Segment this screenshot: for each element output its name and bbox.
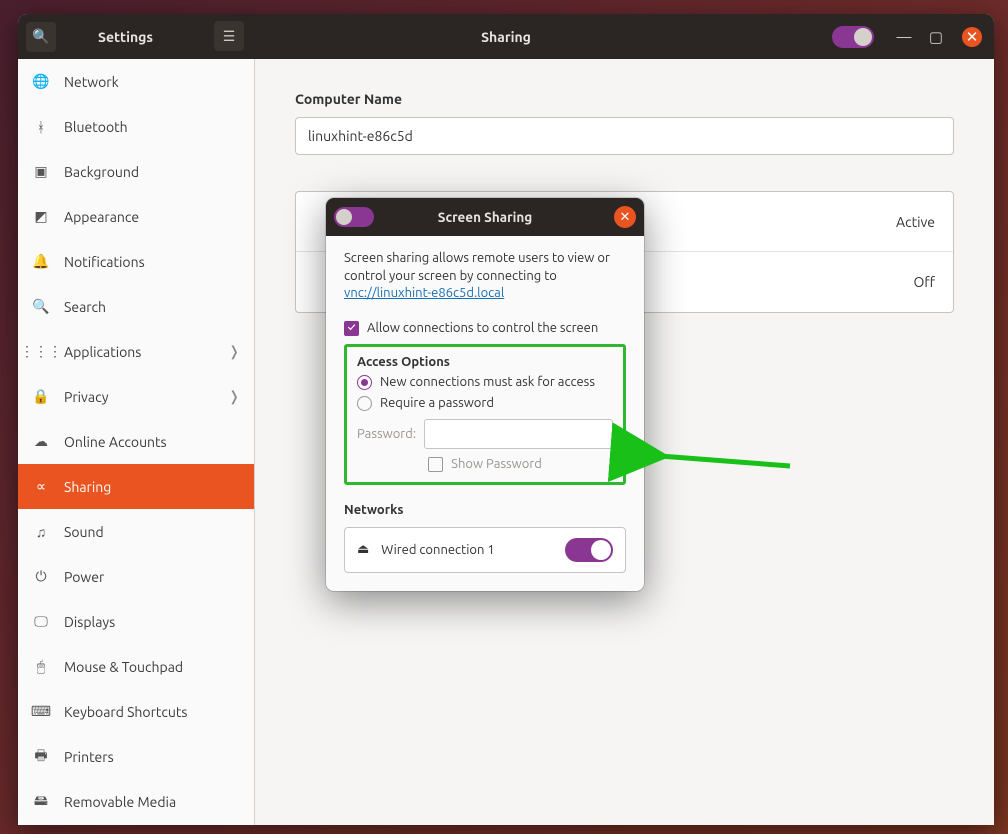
dialog-description: Screen sharing allows remote users to vi… bbox=[344, 250, 626, 303]
sidebar-item-label: Bluetooth bbox=[64, 119, 128, 135]
mouse-touchpad-icon: 🖱 bbox=[32, 658, 50, 675]
computer-name-field[interactable]: linuxhint-e86c5d bbox=[295, 117, 954, 155]
keyboard-shortcuts-icon: ⌨ bbox=[32, 703, 50, 720]
sidebar-item-label: Online Accounts bbox=[64, 434, 167, 450]
sidebar-item-label: Privacy bbox=[64, 389, 108, 405]
chevron-right-icon: ❭ bbox=[228, 343, 240, 360]
sidebar-item-network[interactable]: 🌐 Network bbox=[18, 59, 254, 104]
password-input[interactable] bbox=[424, 419, 613, 449]
maximize-button[interactable]: ▢ bbox=[926, 27, 946, 47]
dialog-title: Screen Sharing bbox=[438, 209, 532, 225]
network-name: Wired connection 1 bbox=[381, 543, 494, 557]
applications-icon: ⋮⋮⋮ bbox=[32, 343, 50, 360]
sidebar-item-label: Printers bbox=[64, 749, 114, 765]
sharing-icon: ∝ bbox=[32, 478, 50, 495]
access-options-title: Access Options bbox=[357, 355, 613, 369]
row-value: Off bbox=[913, 274, 935, 290]
sidebar-item-displays[interactable]: 🖵 Displays bbox=[18, 599, 254, 644]
minimize-button[interactable]: — bbox=[894, 27, 914, 47]
sidebar: 🌐 Network ᚼ Bluetooth ▣ Background ◩ Appearance… bbox=[18, 59, 255, 825]
sidebar-item-label: Background bbox=[64, 164, 139, 180]
displays-icon: 🖵 bbox=[32, 613, 50, 630]
network-row: ⏏ Wired connection 1 bbox=[344, 527, 626, 573]
search-icon: 🔍 bbox=[32, 298, 50, 315]
search-button[interactable]: 🔍 bbox=[26, 22, 56, 52]
dialog-titlebar: Screen Sharing ✕ bbox=[326, 198, 644, 236]
sidebar-item-notifications[interactable]: 🔔 Notifications bbox=[18, 239, 254, 284]
page-title: Sharing bbox=[481, 29, 531, 45]
sidebar-item-label: Sound bbox=[64, 524, 104, 540]
sidebar-item-label: Notifications bbox=[64, 254, 145, 270]
sidebar-item-label: Search bbox=[64, 299, 106, 315]
sidebar-item-label: Displays bbox=[64, 614, 115, 630]
online-accounts-icon: ☁ bbox=[32, 433, 50, 450]
sound-icon: ♫ bbox=[32, 524, 50, 540]
radio-ask-access[interactable] bbox=[357, 375, 372, 390]
allow-control-row[interactable]: ✓ Allow connections to control the scree… bbox=[344, 321, 626, 336]
networks-title: Networks bbox=[344, 503, 626, 517]
sidebar-item-keyboard-shortcuts[interactable]: ⌨ Keyboard Shortcuts bbox=[18, 689, 254, 734]
appearance-icon: ◩ bbox=[32, 208, 50, 225]
sidebar-item-sound[interactable]: ♫ Sound bbox=[18, 509, 254, 554]
hamburger-button[interactable]: ☰ bbox=[214, 21, 244, 51]
computer-name-label: Computer Name bbox=[295, 91, 954, 107]
sidebar-item-label: Sharing bbox=[64, 479, 111, 495]
sidebar-item-label: Mouse & Touchpad bbox=[64, 659, 183, 675]
sidebar-item-label: Power bbox=[64, 569, 104, 585]
privacy-icon: 🔒 bbox=[32, 388, 50, 405]
sidebar-item-online-accounts[interactable]: ☁ Online Accounts bbox=[18, 419, 254, 464]
sharing-master-toggle[interactable] bbox=[832, 26, 874, 48]
sidebar-item-background[interactable]: ▣ Background bbox=[18, 149, 254, 194]
background-icon: ▣ bbox=[32, 163, 50, 180]
wired-icon: ⏏ bbox=[357, 542, 369, 557]
network-toggle[interactable] bbox=[565, 538, 613, 562]
allow-control-label: Allow connections to control the screen bbox=[367, 321, 598, 335]
row-value: Active bbox=[896, 214, 935, 230]
sidebar-item-appearance[interactable]: ◩ Appearance bbox=[18, 194, 254, 239]
menu-icon: ☰ bbox=[223, 28, 236, 45]
sidebar-item-applications[interactable]: ⋮⋮⋮ Applications ❭ bbox=[18, 329, 254, 374]
sidebar-item-label: Appearance bbox=[64, 209, 139, 225]
radio-password-row[interactable]: Require a password bbox=[357, 396, 613, 411]
power-icon: ⏻ bbox=[32, 568, 50, 585]
screen-sharing-toggle[interactable] bbox=[334, 207, 374, 227]
screen-sharing-dialog: Screen Sharing ✕ Screen sharing allows r… bbox=[326, 198, 644, 591]
sidebar-item-privacy[interactable]: 🔒 Privacy ❭ bbox=[18, 374, 254, 419]
sidebar-item-mouse-touchpad[interactable]: 🖱 Mouse & Touchpad bbox=[18, 644, 254, 689]
dialog-close-button[interactable]: ✕ bbox=[614, 206, 636, 228]
network-icon: 🌐 bbox=[32, 73, 50, 90]
show-password-checkbox[interactable] bbox=[428, 457, 443, 472]
sidebar-item-search[interactable]: 🔍 Search bbox=[18, 284, 254, 329]
radio-require-password[interactable] bbox=[357, 396, 372, 411]
sidebar-item-label: Applications bbox=[64, 344, 141, 360]
bluetooth-icon: ᚼ bbox=[32, 119, 50, 135]
close-icon: ✕ bbox=[620, 210, 631, 225]
chevron-right-icon: ❭ bbox=[228, 388, 240, 405]
search-icon: 🔍 bbox=[32, 28, 49, 45]
notifications-icon: 🔔 bbox=[32, 253, 50, 270]
radio-ask-row[interactable]: New connections must ask for access bbox=[357, 375, 613, 390]
sidebar-item-bluetooth[interactable]: ᚼ Bluetooth bbox=[18, 104, 254, 149]
computer-name-value: linuxhint-e86c5d bbox=[308, 128, 413, 144]
sidebar-item-removable-media[interactable]: 🖴 Removable Media bbox=[18, 779, 254, 824]
app-title: Settings bbox=[98, 29, 153, 45]
radio-password-label: Require a password bbox=[380, 396, 494, 410]
sidebar-item-label: Network bbox=[64, 74, 119, 90]
radio-ask-label: New connections must ask for access bbox=[380, 375, 595, 389]
removable-media-icon: 🖴 bbox=[32, 790, 50, 814]
allow-control-checkbox[interactable]: ✓ bbox=[344, 321, 359, 336]
titlebar: 🔍 Settings ☰ Sharing — ▢ ✕ bbox=[18, 14, 994, 59]
sidebar-item-label: Keyboard Shortcuts bbox=[64, 704, 187, 720]
sidebar-item-power[interactable]: ⏻ Power bbox=[18, 554, 254, 599]
password-label: Password: bbox=[357, 427, 416, 441]
close-button[interactable]: ✕ bbox=[962, 27, 982, 47]
sidebar-item-printers[interactable]: 🖶 Printers bbox=[18, 734, 254, 779]
sidebar-item-label: Removable Media bbox=[64, 794, 176, 810]
access-options-section: Access Options New connections must ask … bbox=[344, 344, 626, 485]
show-password-label: Show Password bbox=[451, 457, 542, 471]
printers-icon: 🖶 bbox=[32, 745, 50, 769]
vnc-link[interactable]: vnc://linuxhint-e86c5d.local bbox=[344, 286, 504, 300]
sidebar-item-sharing[interactable]: ∝ Sharing bbox=[18, 464, 254, 509]
